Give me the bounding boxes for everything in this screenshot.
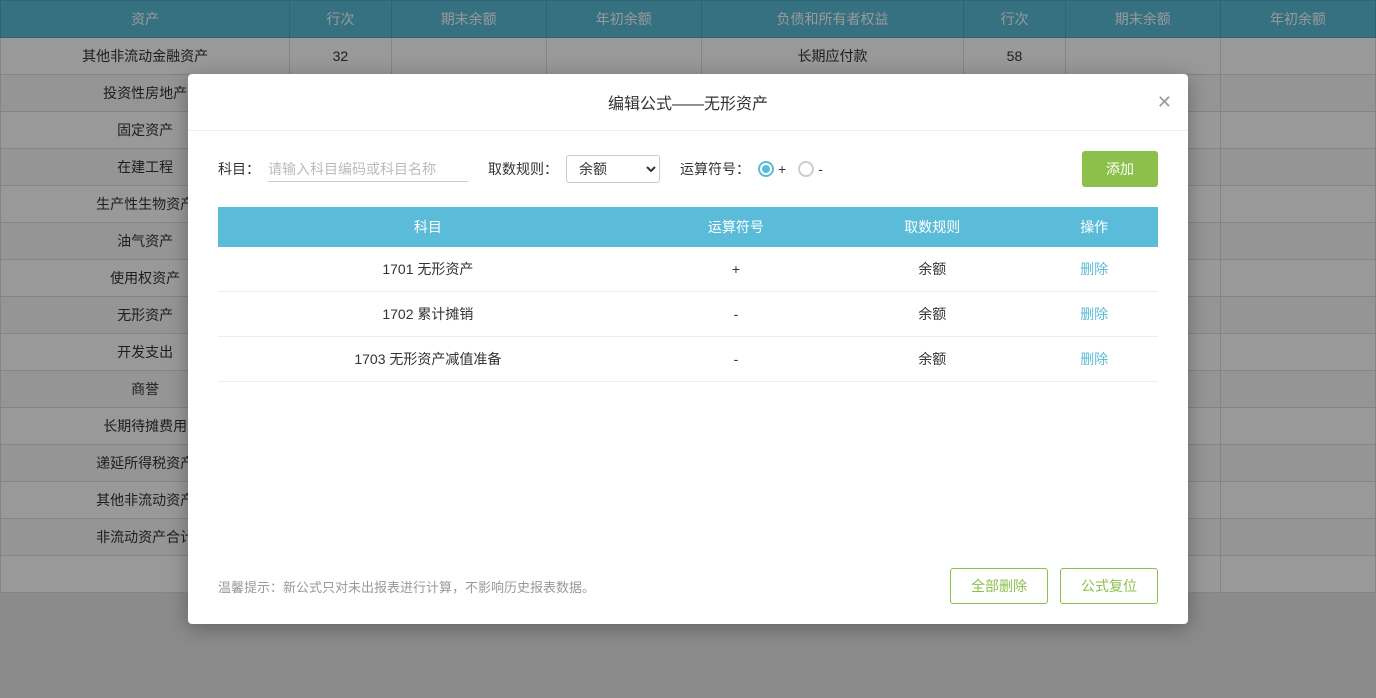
cell-rule: 余额 [834, 337, 1030, 382]
cell-action: 删除 [1030, 337, 1158, 382]
col-operator: 运算符号 [638, 207, 834, 247]
table-header-row: 科目 运算符号 取数规则 操作 [218, 207, 1158, 247]
footer-buttons: 全部删除 公式复位 [950, 568, 1158, 604]
modal-title: 编辑公式——无形资产 [608, 90, 768, 114]
delete-all-button[interactable]: 全部删除 [950, 568, 1048, 604]
col-rule: 取数规则 [834, 207, 1030, 247]
add-button[interactable]: 添加 [1082, 151, 1158, 187]
modal-close-button[interactable]: ✕ [1157, 93, 1172, 111]
cell-operator: - [638, 292, 834, 337]
rule-group: 取数规则： 余额 借方 贷方 借方余额 贷方余额 [488, 155, 660, 183]
modal-dialog: 编辑公式——无形资产 ✕ 科目： 取数规则： 余额 借方 贷方 借方余额 贷方余… [188, 74, 1188, 624]
cell-operator: - [638, 337, 834, 382]
operator-minus-label: - [818, 161, 823, 177]
operator-plus-label: + [778, 161, 786, 177]
formula-table-row: 1703 无形资产减值准备 - 余额 删除 [218, 337, 1158, 382]
modal-overlay: 编辑公式——无形资产 ✕ 科目： 取数规则： 余额 借方 贷方 借方余额 贷方余… [0, 0, 1376, 698]
modal-table-wrapper: 科目 运算符号 取数规则 操作 1701 无形资产 + 余额 删除 1702 累… [188, 207, 1188, 548]
delete-row-button[interactable]: 删除 [1080, 306, 1108, 322]
subject-input[interactable] [268, 157, 468, 182]
subject-group: 科目： [218, 157, 468, 182]
reset-formula-button[interactable]: 公式复位 [1060, 568, 1158, 604]
operator-minus-option[interactable]: - [798, 161, 823, 177]
col-subject: 科目 [218, 207, 638, 247]
formula-table: 科目 运算符号 取数规则 操作 1701 无形资产 + 余额 删除 1702 累… [218, 207, 1158, 382]
cell-subject: 1702 累计摊销 [218, 292, 638, 337]
cell-subject: 1703 无形资产减值准备 [218, 337, 638, 382]
cell-operator: + [638, 247, 834, 292]
modal-form: 科目： 取数规则： 余额 借方 贷方 借方余额 贷方余额 运算符号： [188, 131, 1188, 207]
cell-rule: 余额 [834, 247, 1030, 292]
rule-select-wrapper: 余额 借方 贷方 借方余额 贷方余额 [566, 155, 660, 183]
operator-plus-option[interactable]: + [758, 161, 786, 177]
modal-footer: 温馨提示：新公式只对未出报表进行计算，不影响历史报表数据。 全部删除 公式复位 [188, 548, 1188, 624]
cell-action: 删除 [1030, 247, 1158, 292]
formula-table-row: 1701 无形资产 + 余额 删除 [218, 247, 1158, 292]
cell-action: 删除 [1030, 292, 1158, 337]
operator-group: 运算符号： + - [680, 159, 823, 179]
cell-subject: 1701 无形资产 [218, 247, 638, 292]
subject-label: 科目： [218, 159, 260, 179]
rule-select[interactable]: 余额 借方 贷方 借方余额 贷方余额 [566, 155, 660, 183]
footer-tip: 温馨提示：新公式只对未出报表进行计算，不影响历史报表数据。 [218, 577, 595, 596]
rule-label: 取数规则： [488, 159, 558, 179]
modal-header: 编辑公式——无形资产 ✕ [188, 74, 1188, 131]
radio-minus-circle [798, 161, 814, 177]
delete-row-button[interactable]: 删除 [1080, 261, 1108, 277]
col-action: 操作 [1030, 207, 1158, 247]
operator-radio-group: + - [758, 161, 823, 177]
radio-plus-circle [758, 161, 774, 177]
operator-label: 运算符号： [680, 159, 750, 179]
delete-row-button[interactable]: 删除 [1080, 351, 1108, 367]
formula-table-row: 1702 累计摊销 - 余额 删除 [218, 292, 1158, 337]
cell-rule: 余额 [834, 292, 1030, 337]
